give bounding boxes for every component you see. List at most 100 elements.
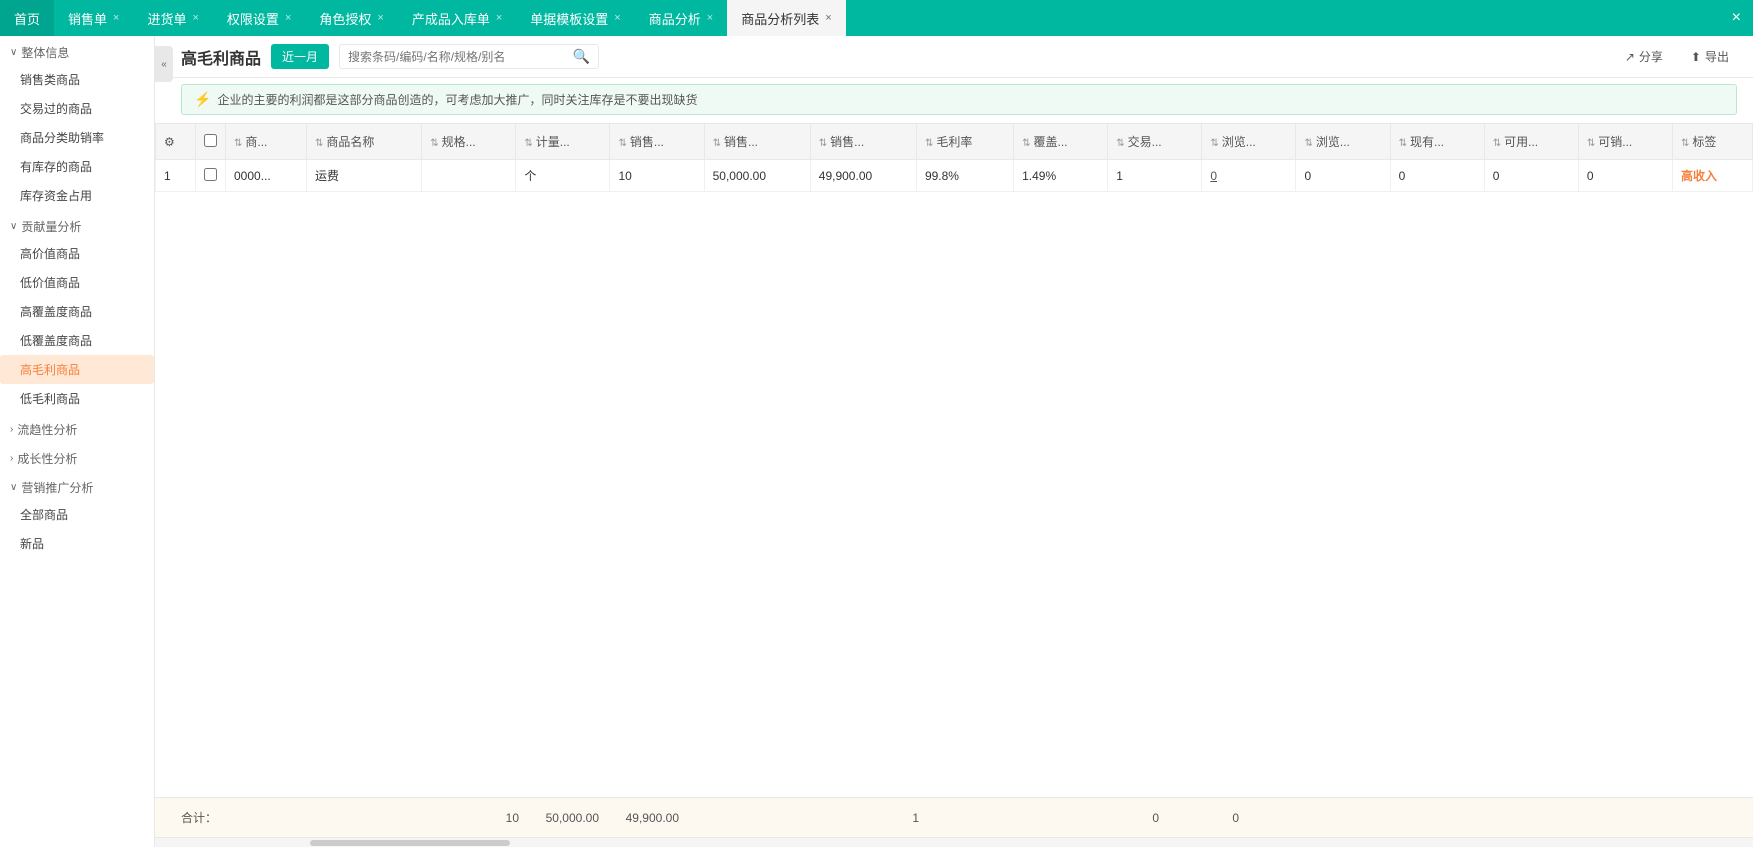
- col-header-browse1[interactable]: ⇅浏览...: [1202, 124, 1296, 160]
- search-icon[interactable]: 🔍: [573, 48, 590, 65]
- col-header-checkbox[interactable]: [196, 124, 226, 160]
- search-input[interactable]: [348, 50, 573, 64]
- row-checkbox[interactable]: [204, 168, 217, 181]
- cell-saleable: 0: [1578, 160, 1672, 192]
- export-button[interactable]: ⬆ 导出: [1683, 44, 1737, 69]
- sort-icon-current: ⇅: [1399, 138, 1407, 149]
- sort-icon-code: ⇅: [234, 138, 242, 149]
- nav-close-进货单[interactable]: ×: [192, 12, 198, 24]
- sort-icon-browse1: ⇅: [1210, 138, 1218, 149]
- close-app-button[interactable]: ×: [1720, 0, 1753, 36]
- cell-saleAmt: 50,000.00: [704, 160, 810, 192]
- col-header-tag[interactable]: ⇅标签: [1672, 124, 1752, 160]
- sidebar-group-营销推广分析[interactable]: ∨营销推广分析: [0, 471, 154, 500]
- nav-item-权限设置[interactable]: 权限设置×: [213, 0, 305, 36]
- col-header-browse2[interactable]: ⇅浏览...: [1296, 124, 1390, 160]
- nav-item-首页[interactable]: 首页: [0, 0, 54, 36]
- sort-icon-tag: ⇅: [1681, 138, 1689, 149]
- sidebar-item-低覆盖度商品[interactable]: 低覆盖度商品: [0, 326, 154, 355]
- nav-item-进货单[interactable]: 进货单×: [133, 0, 212, 36]
- sidebar-item-库存资金占用[interactable]: 库存资金占用: [0, 181, 154, 210]
- table-row: 10000...运费个1050,000.0049,900.0099.8%1.49…: [156, 160, 1753, 192]
- cell-browse1[interactable]: 0: [1202, 160, 1296, 192]
- nav-close-角色授权[interactable]: ×: [377, 12, 383, 24]
- sidebar-item-有库存的商品[interactable]: 有库存的商品: [0, 152, 154, 181]
- scrollbar-thumb[interactable]: [310, 840, 510, 846]
- cell-checkbox[interactable]: [196, 160, 226, 192]
- col-header-current[interactable]: ⇅现有...: [1390, 124, 1484, 160]
- cell-unit: 个: [516, 160, 610, 192]
- cell-no: 1: [156, 160, 196, 192]
- content-header: 高毛利商品 近一月 🔍 ↗ 分享 ⬆ 导出: [155, 36, 1753, 78]
- sort-icon-saleProfit: ⇅: [819, 138, 827, 149]
- share-button[interactable]: ↗ 分享: [1617, 44, 1671, 69]
- sidebar-collapse-button[interactable]: «: [155, 46, 173, 82]
- nav-item-商品分析[interactable]: 商品分析×: [635, 0, 727, 36]
- sort-icon-tradeTimes: ⇅: [1116, 138, 1124, 149]
- col-header-tradeTimes[interactable]: ⇅交易...: [1108, 124, 1202, 160]
- horizontal-scrollbar[interactable]: [155, 837, 1753, 847]
- col-header-coverage[interactable]: ⇅覆盖...: [1014, 124, 1108, 160]
- sidebar-group-流趋性分析[interactable]: ›流趋性分析: [0, 413, 154, 442]
- sidebar-group-arrow: ∨: [10, 221, 17, 232]
- footer-sale-amt: 50,000.00: [527, 811, 607, 825]
- sidebar-item-高覆盖度商品[interactable]: 高覆盖度商品: [0, 297, 154, 326]
- cell-available: 0: [1484, 160, 1578, 192]
- sidebar-group-arrow: ∨: [10, 47, 17, 58]
- sidebar-item-高价值商品[interactable]: 高价值商品: [0, 239, 154, 268]
- sidebar-group-成长性分析[interactable]: ›成长性分析: [0, 442, 154, 471]
- col-header-available[interactable]: ⇅可用...: [1484, 124, 1578, 160]
- col-header-marginRate[interactable]: ⇅毛利率: [916, 124, 1013, 160]
- col-header-saleProfit[interactable]: ⇅销售...: [810, 124, 916, 160]
- col-header-spec[interactable]: ⇅规格...: [422, 124, 516, 160]
- sidebar-group-贡献量分析[interactable]: ∨贡献量分析: [0, 210, 154, 239]
- col-header-code[interactable]: ⇅商...: [226, 124, 307, 160]
- sidebar-item-销售类商品[interactable]: 销售类商品: [0, 65, 154, 94]
- col-header-saleable[interactable]: ⇅可销...: [1578, 124, 1672, 160]
- sidebar-group-arrow: ›: [10, 424, 13, 435]
- sidebar-item-高毛利商品[interactable]: 高毛利商品: [0, 355, 154, 384]
- sidebar-item-交易过的商品[interactable]: 交易过的商品: [0, 94, 154, 123]
- nav-close-权限设置[interactable]: ×: [285, 12, 291, 24]
- footer-values: 10 50,000.00 49,900.00 1 0 0: [247, 811, 1737, 825]
- nav-close-商品分析列表[interactable]: ×: [825, 12, 831, 24]
- nav-close-商品分析[interactable]: ×: [707, 12, 713, 24]
- nav-item-产成品入库单[interactable]: 产成品入库单×: [398, 0, 516, 36]
- sidebar-item-全部商品[interactable]: 全部商品: [0, 500, 154, 529]
- col-header-unit[interactable]: ⇅计量...: [516, 124, 610, 160]
- filter-recent-month[interactable]: 近一月: [271, 44, 329, 69]
- table-body: 10000...运费个1050,000.0049,900.0099.8%1.49…: [156, 160, 1753, 192]
- cell-browse2: 0: [1296, 160, 1390, 192]
- sort-icon-saleAmt: ⇅: [713, 138, 721, 149]
- share-icon: ↗: [1625, 50, 1635, 64]
- nav-close-单据模板设置[interactable]: ×: [614, 12, 620, 24]
- cell-saleQty: 10: [610, 160, 704, 192]
- footer-label: 合计：: [181, 809, 217, 826]
- cell-name: 运费: [307, 160, 422, 192]
- sidebar-group-arrow: ›: [10, 453, 13, 464]
- sidebar-item-商品分类助销率[interactable]: 商品分类助销率: [0, 123, 154, 152]
- sidebar-item-新品[interactable]: 新品: [0, 529, 154, 558]
- data-table-container: ⚙⇅商...⇅商品名称⇅规格...⇅计量...⇅销售...⇅销售...⇅销售..…: [155, 123, 1753, 797]
- select-all-checkbox[interactable]: [204, 134, 217, 147]
- nav-item-单据模板设置[interactable]: 单据模板设置×: [516, 0, 634, 36]
- nav-close-产成品入库单[interactable]: ×: [496, 12, 502, 24]
- sort-icon-saleable: ⇅: [1587, 138, 1595, 149]
- col-header-saleQty[interactable]: ⇅销售...: [610, 124, 704, 160]
- nav-item-角色授权[interactable]: 角色授权×: [305, 0, 397, 36]
- cell-saleProfit: 49,900.00: [810, 160, 916, 192]
- nav-close-销售单[interactable]: ×: [113, 12, 119, 24]
- sidebar-item-低毛利商品[interactable]: 低毛利商品: [0, 384, 154, 413]
- sidebar-group-整体信息[interactable]: ∨整体信息: [0, 36, 154, 65]
- col-header-name[interactable]: ⇅商品名称: [307, 124, 422, 160]
- sidebar-group-arrow: ∨: [10, 482, 17, 493]
- footer-sale-qty: 10: [447, 811, 527, 825]
- col-header-settings[interactable]: ⚙: [156, 124, 196, 160]
- col-header-saleAmt[interactable]: ⇅销售...: [704, 124, 810, 160]
- nav-item-商品分析列表[interactable]: 商品分析列表×: [727, 0, 845, 36]
- nav-item-销售单[interactable]: 销售单×: [54, 0, 133, 36]
- content-area: « 高毛利商品 近一月 🔍 ↗ 分享 ⬆ 导出: [155, 36, 1753, 847]
- top-navigation: 首页销售单×进货单×权限设置×角色授权×产成品入库单×单据模板设置×商品分析×商…: [0, 0, 1753, 36]
- page-title: 高毛利商品: [181, 45, 261, 69]
- sidebar-item-低价值商品[interactable]: 低价值商品: [0, 268, 154, 297]
